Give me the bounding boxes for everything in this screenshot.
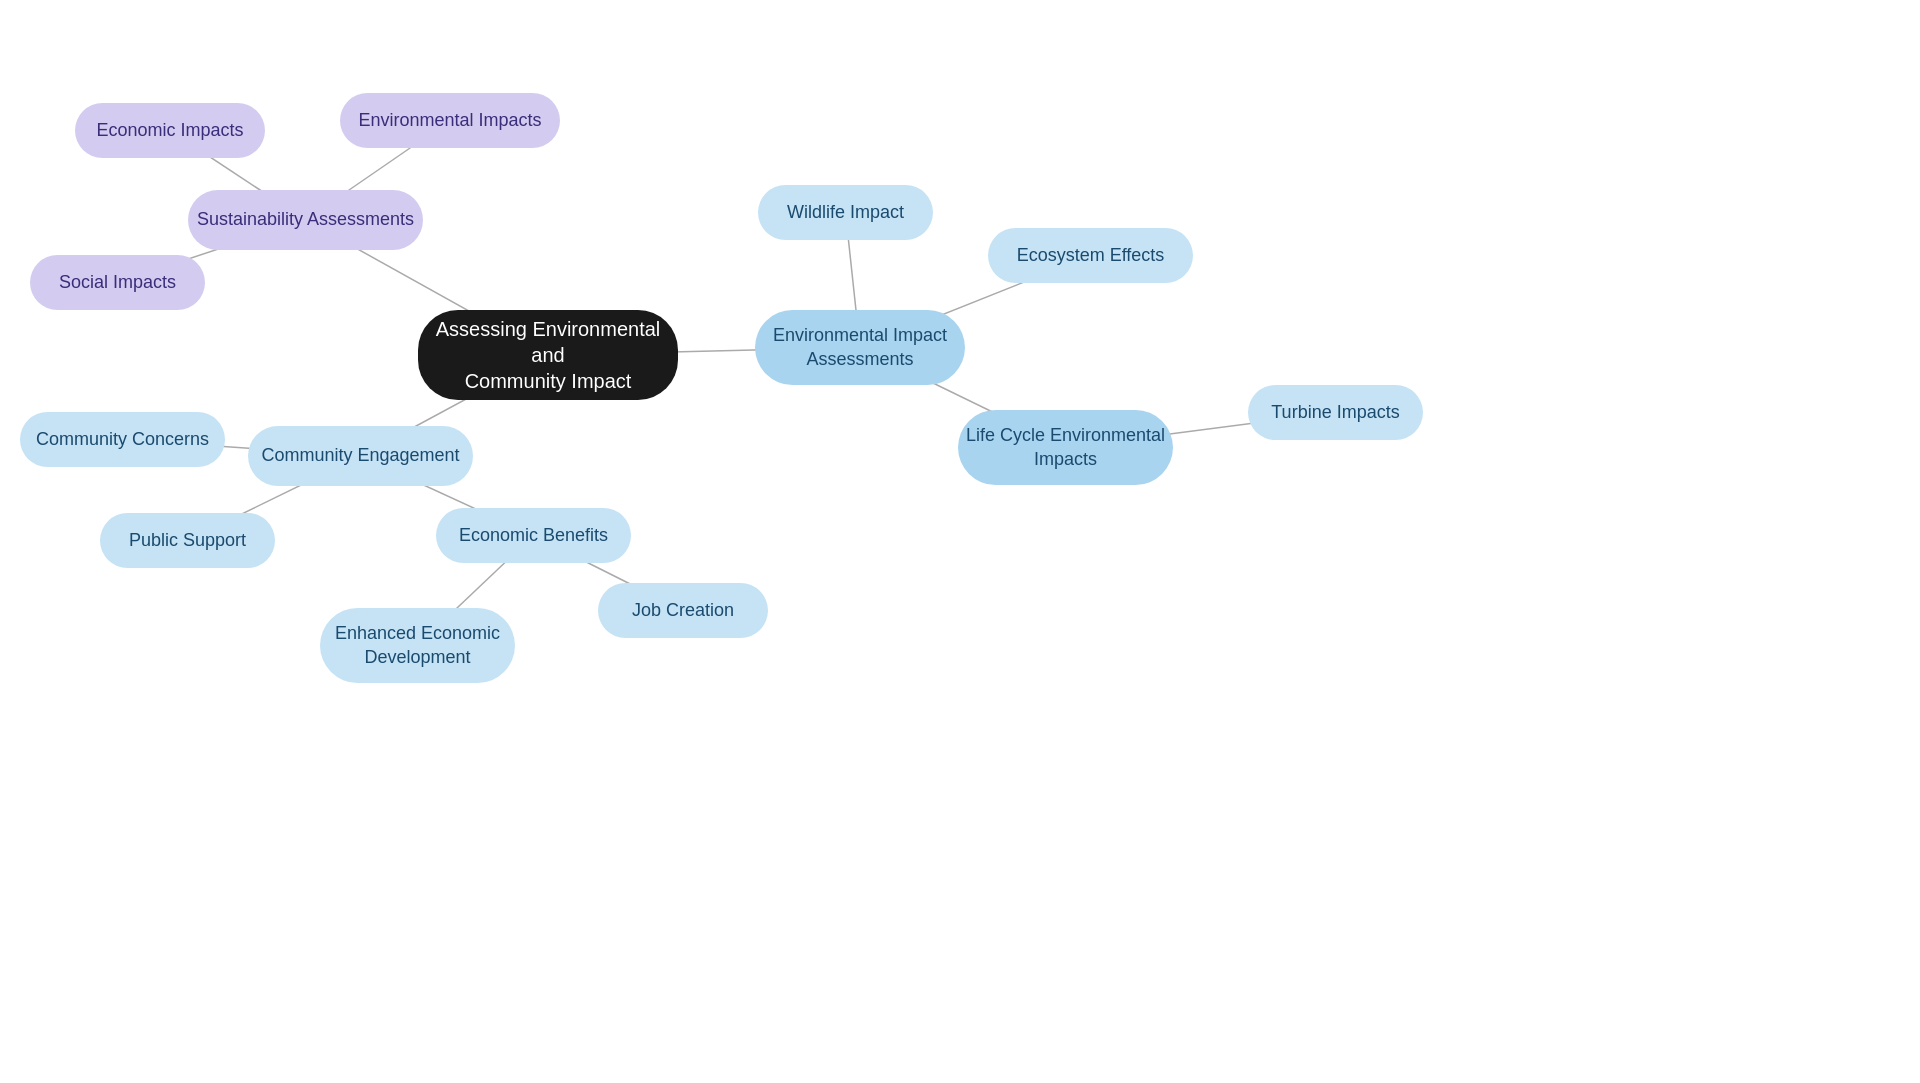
turbine-impacts-node[interactable]: Turbine Impacts bbox=[1248, 385, 1423, 440]
wildlife-impact-label: Wildlife Impact bbox=[783, 201, 908, 224]
turbine-impacts-label: Turbine Impacts bbox=[1267, 401, 1403, 424]
env-impact-assessments-label: Environmental Impact Assessments bbox=[769, 324, 951, 371]
economic-impacts-label: Economic Impacts bbox=[92, 119, 247, 142]
job-creation-label: Job Creation bbox=[628, 599, 738, 622]
economic-impacts-node[interactable]: Economic Impacts bbox=[75, 103, 265, 158]
economic-benefits-label: Economic Benefits bbox=[455, 524, 612, 547]
community-engagement-node[interactable]: Community Engagement bbox=[248, 426, 473, 486]
enhanced-economic-node[interactable]: Enhanced Economic Development bbox=[320, 608, 515, 683]
public-support-node[interactable]: Public Support bbox=[100, 513, 275, 568]
social-impacts-label: Social Impacts bbox=[55, 271, 180, 294]
environmental-impacts-node[interactable]: Environmental Impacts bbox=[340, 93, 560, 148]
economic-benefits-node[interactable]: Economic Benefits bbox=[436, 508, 631, 563]
env-impact-assessments-node[interactable]: Environmental Impact Assessments bbox=[755, 310, 965, 385]
community-concerns-label: Community Concerns bbox=[32, 428, 213, 451]
social-impacts-node[interactable]: Social Impacts bbox=[30, 255, 205, 310]
sustainability-label: Sustainability Assessments bbox=[193, 208, 418, 231]
public-support-label: Public Support bbox=[125, 529, 250, 552]
community-concerns-node[interactable]: Community Concerns bbox=[20, 412, 225, 467]
wildlife-impact-node[interactable]: Wildlife Impact bbox=[758, 185, 933, 240]
enhanced-economic-label: Enhanced Economic Development bbox=[331, 622, 504, 669]
environmental-impacts-label: Environmental Impacts bbox=[354, 109, 545, 132]
sustainability-node[interactable]: Sustainability Assessments bbox=[188, 190, 423, 250]
center-node[interactable]: Assessing Environmental and Community Im… bbox=[418, 310, 678, 400]
community-engagement-label: Community Engagement bbox=[257, 444, 463, 467]
ecosystem-effects-label: Ecosystem Effects bbox=[1013, 244, 1169, 267]
life-cycle-label: Life Cycle Environmental Impacts bbox=[962, 424, 1169, 471]
center-label: Assessing Environmental and Community Im… bbox=[418, 316, 678, 394]
ecosystem-effects-node[interactable]: Ecosystem Effects bbox=[988, 228, 1193, 283]
job-creation-node[interactable]: Job Creation bbox=[598, 583, 768, 638]
life-cycle-node[interactable]: Life Cycle Environmental Impacts bbox=[958, 410, 1173, 485]
